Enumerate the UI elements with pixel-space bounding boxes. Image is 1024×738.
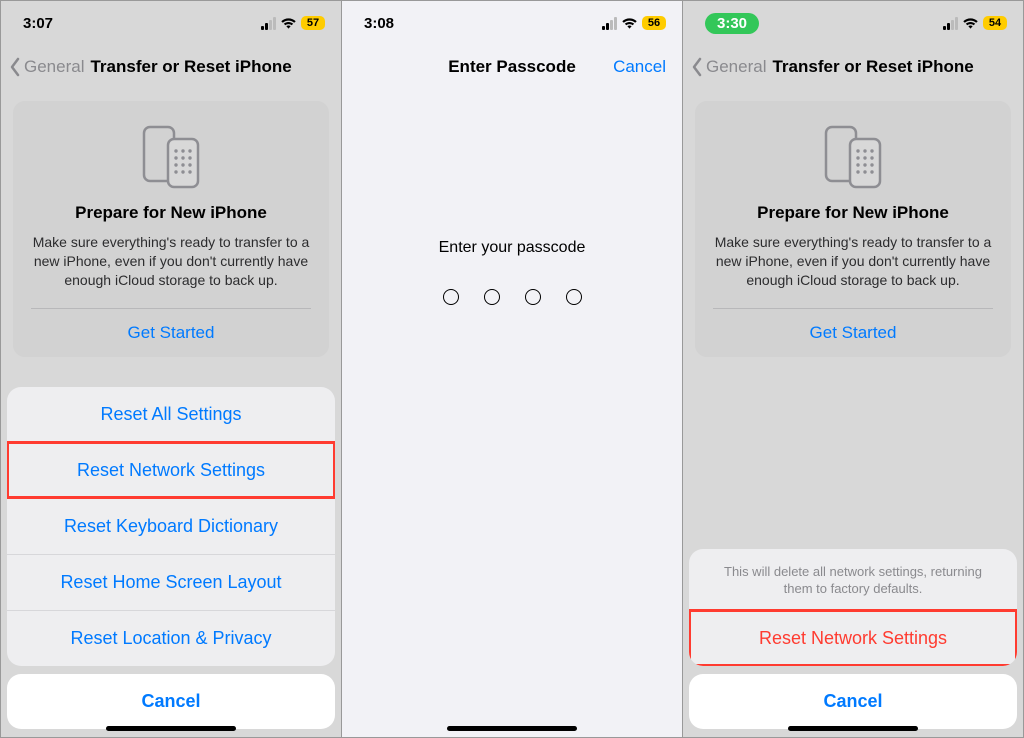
chevron-left-icon	[691, 57, 703, 77]
page-title: Enter Passcode	[448, 57, 576, 77]
reset-all-settings[interactable]: Reset All Settings	[7, 387, 335, 442]
get-started-button[interactable]: Get Started	[713, 309, 993, 357]
passcode-prompt: Enter your passcode	[342, 239, 682, 257]
back-button[interactable]: General	[9, 57, 84, 77]
screen-confirm-reset: 3:30 54 General Transfer or Reset iPhone	[682, 1, 1023, 737]
prepare-title: Prepare for New iPhone	[713, 203, 993, 223]
passcode-dot	[443, 289, 459, 305]
prepare-title: Prepare for New iPhone	[31, 203, 311, 223]
passcode-dots[interactable]	[342, 289, 682, 305]
back-label: General	[706, 57, 766, 77]
status-bar: 3:07 57	[1, 1, 341, 45]
wifi-icon	[962, 17, 979, 30]
status-right: 54	[942, 16, 1007, 30]
devices-icon	[31, 123, 311, 189]
reset-network-settings[interactable]: Reset Network Settings	[7, 442, 335, 498]
status-time: 3:07	[23, 15, 53, 32]
confirm-group: This will delete all network settings, r…	[689, 549, 1017, 666]
reset-sheet-group: Reset All Settings Reset Network Setting…	[7, 387, 335, 666]
status-bar: 3:30 54	[683, 1, 1023, 45]
prepare-body: Make sure everything's ready to transfer…	[713, 233, 993, 290]
prepare-card: Prepare for New iPhone Make sure everyth…	[695, 101, 1011, 357]
back-label: General	[24, 57, 84, 77]
screen-enter-passcode: 3:08 56 Enter Passcode Cancel Enter your…	[341, 1, 682, 737]
home-indicator[interactable]	[788, 726, 918, 731]
cellular-icon	[260, 17, 276, 30]
devices-icon	[713, 123, 993, 189]
reset-home-screen-layout[interactable]: Reset Home Screen Layout	[7, 554, 335, 610]
wifi-icon	[280, 17, 297, 30]
passcode-dot	[484, 289, 500, 305]
get-started-button[interactable]: Get Started	[31, 309, 311, 357]
cellular-icon	[942, 17, 958, 30]
status-time-active[interactable]: 3:30	[705, 13, 759, 34]
home-indicator[interactable]	[106, 726, 236, 731]
passcode-dot	[525, 289, 541, 305]
back-button[interactable]: General	[691, 57, 766, 77]
chevron-left-icon	[9, 57, 21, 77]
page-title: Transfer or Reset iPhone	[90, 57, 291, 77]
status-time: 3:08	[364, 15, 394, 32]
screen-reset-options: 3:07 57 General Transfer or Reset iPhone	[1, 1, 341, 737]
status-bar: 3:08 56	[342, 1, 682, 45]
prepare-body: Make sure everything's ready to transfer…	[31, 233, 311, 290]
home-indicator[interactable]	[447, 726, 577, 731]
nav-bar: General Transfer or Reset iPhone	[683, 45, 1023, 89]
page-title: Transfer or Reset iPhone	[772, 57, 973, 77]
passcode-area: Enter your passcode	[342, 239, 682, 305]
cellular-icon	[601, 17, 617, 30]
passcode-dot	[566, 289, 582, 305]
reset-network-settings-confirm[interactable]: Reset Network Settings	[689, 610, 1017, 666]
reset-keyboard-dictionary[interactable]: Reset Keyboard Dictionary	[7, 498, 335, 554]
wifi-icon	[621, 17, 638, 30]
confirm-message: This will delete all network settings, r…	[689, 549, 1017, 610]
cancel-button[interactable]: Cancel	[689, 674, 1017, 729]
status-right: 57	[260, 16, 325, 30]
prepare-card: Prepare for New iPhone Make sure everyth…	[13, 101, 329, 357]
nav-bar: General Transfer or Reset iPhone	[1, 45, 341, 89]
nav-bar: Enter Passcode Cancel	[342, 45, 682, 89]
battery-level: 54	[983, 16, 1007, 30]
reset-action-sheet: Reset All Settings Reset Network Setting…	[1, 387, 341, 737]
status-right: 56	[601, 16, 666, 30]
battery-level: 56	[642, 16, 666, 30]
cancel-button[interactable]: Cancel	[7, 674, 335, 729]
battery-level: 57	[301, 16, 325, 30]
reset-location-privacy[interactable]: Reset Location & Privacy	[7, 610, 335, 666]
cancel-button[interactable]: Cancel	[613, 57, 666, 77]
confirm-action-sheet: This will delete all network settings, r…	[683, 549, 1023, 737]
